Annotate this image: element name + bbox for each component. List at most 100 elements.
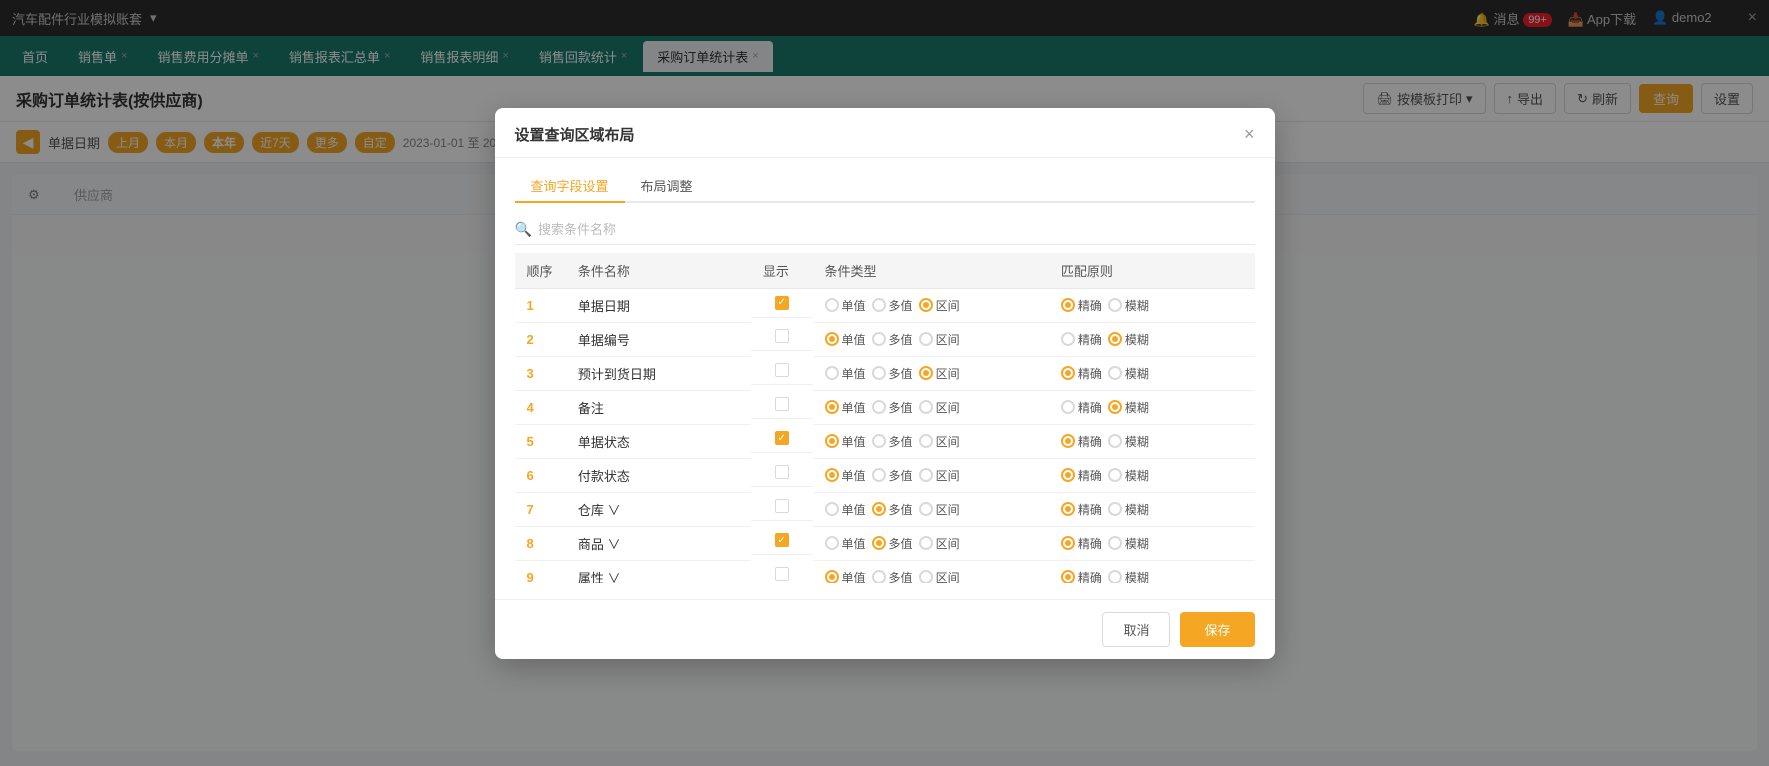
radio-type-single[interactable]: 单值 <box>825 501 866 518</box>
radio-type-range[interactable]: 区间 <box>919 365 960 382</box>
row-type: 单值多值区间 <box>813 458 1049 492</box>
radio-match-exact[interactable]: 精确 <box>1061 467 1102 484</box>
row-order: 5 <box>515 424 566 458</box>
row-type: 单值多值区间 <box>813 322 1049 356</box>
modal-overlay: 设置查询区域布局 × 查询字段设置 布局调整 🔍 <box>0 0 1769 766</box>
radio-match-exact[interactable]: 精确 <box>1061 433 1102 450</box>
row-order: 7 <box>515 492 566 526</box>
dialog-close-button[interactable]: × <box>1244 125 1255 143</box>
radio-type-multi[interactable]: 多值 <box>872 297 913 314</box>
radio-type-single[interactable]: 单值 <box>825 365 866 382</box>
table-row: 8商品 ∨✓单值多值区间精确模糊 <box>515 526 1255 560</box>
conditions-table-scroll: 顺序 条件名称 显示 条件类型 匹配原则 1单据日期✓单值多值区间精确模糊2单据… <box>515 253 1255 583</box>
row-order: 3 <box>515 356 566 390</box>
radio-match-exact[interactable]: 精确 <box>1061 365 1102 382</box>
row-name: 单据日期 <box>566 288 751 322</box>
table-row: 1单据日期✓ 单值多值区间 精确模糊 <box>515 288 1255 322</box>
row-show-checkbox[interactable] <box>751 492 813 521</box>
radio-type-range[interactable]: 区间 <box>919 535 960 552</box>
row-type: 单值多值区间 <box>813 356 1049 390</box>
row-order: 1 <box>515 288 566 322</box>
radio-type-single[interactable]: 单值 <box>825 467 866 484</box>
radio-match-exact[interactable]: 精确 <box>1061 501 1102 518</box>
search-bar: 🔍 <box>515 215 1255 245</box>
tab-layout[interactable]: 布局调整 <box>625 170 709 203</box>
cancel-button[interactable]: 取消 <box>1102 612 1170 647</box>
row-show-checkbox[interactable] <box>751 322 813 351</box>
radio-type-range[interactable]: 区间 <box>919 501 960 518</box>
radio-type-multi[interactable]: 多值 <box>872 331 913 348</box>
table-row: 9属性 ∨单值多值区间精确模糊 <box>515 560 1255 583</box>
radio-match-fuzzy[interactable]: 模糊 <box>1108 467 1149 484</box>
radio-match-exact[interactable]: 精确 <box>1061 399 1102 416</box>
radio-type-multi[interactable]: 多值 <box>872 399 913 416</box>
radio-match-fuzzy[interactable]: 模糊 <box>1108 297 1149 314</box>
radio-type-single[interactable]: 单值 <box>825 399 866 416</box>
col-header-type: 条件类型 <box>813 253 1049 289</box>
row-match: 精确模糊 <box>1049 526 1255 560</box>
radio-type-multi[interactable]: 多值 <box>872 569 913 583</box>
row-show-checkbox[interactable]: ✓ <box>751 289 813 318</box>
row-show-checkbox[interactable] <box>751 560 813 583</box>
table-row: 3预计到货日期单值多值区间精确模糊 <box>515 356 1255 390</box>
radio-type-multi[interactable]: 多值 <box>872 535 913 552</box>
col-header-order: 顺序 <box>515 253 566 289</box>
row-show-checkbox[interactable]: ✓ <box>751 424 813 453</box>
save-button[interactable]: 保存 <box>1180 612 1254 647</box>
table-header-row: 顺序 条件名称 显示 条件类型 匹配原则 <box>515 253 1255 289</box>
radio-type-range[interactable]: 区间 <box>919 569 960 583</box>
search-input[interactable] <box>538 222 738 237</box>
radio-match-fuzzy[interactable]: 模糊 <box>1108 569 1149 583</box>
row-name: 备注 <box>566 390 751 424</box>
radio-type-range[interactable]: 区间 <box>919 433 960 450</box>
row-show-checkbox[interactable] <box>751 356 813 385</box>
radio-match-fuzzy[interactable]: 模糊 <box>1108 433 1149 450</box>
radio-match-exact[interactable]: 精确 <box>1061 569 1102 583</box>
radio-match-fuzzy[interactable]: 模糊 <box>1108 331 1149 348</box>
radio-type-multi[interactable]: 多值 <box>872 365 913 382</box>
tab-query-fields[interactable]: 查询字段设置 <box>515 170 625 203</box>
row-order: 2 <box>515 322 566 356</box>
search-icon: 🔍 <box>515 221 532 238</box>
row-show-checkbox[interactable]: ✓ <box>751 526 813 555</box>
row-match: 精确模糊 <box>1049 288 1255 322</box>
radio-type-multi[interactable]: 多值 <box>872 433 913 450</box>
radio-match-exact[interactable]: 精确 <box>1061 331 1102 348</box>
row-name: 付款状态 <box>566 458 751 492</box>
row-match: 精确模糊 <box>1049 458 1255 492</box>
row-name: 单据编号 <box>566 322 751 356</box>
row-type: 单值多值区间 <box>813 390 1049 424</box>
dialog-footer: 取消 保存 <box>495 599 1275 659</box>
radio-type-single[interactable]: 单值 <box>825 433 866 450</box>
row-type: 单值多值区间 <box>813 560 1049 583</box>
radio-type-range[interactable]: 区间 <box>919 467 960 484</box>
radio-type-single[interactable]: 单值 <box>825 331 866 348</box>
radio-type-multi[interactable]: 多值 <box>872 501 913 518</box>
radio-type-single[interactable]: 单值 <box>825 297 866 314</box>
radio-match-fuzzy[interactable]: 模糊 <box>1108 501 1149 518</box>
radio-match-exact[interactable]: 精确 <box>1061 535 1102 552</box>
row-order: 8 <box>515 526 566 560</box>
radio-match-fuzzy[interactable]: 模糊 <box>1108 399 1149 416</box>
row-order: 9 <box>515 560 566 583</box>
row-match: 精确模糊 <box>1049 322 1255 356</box>
col-header-show: 显示 <box>751 253 813 289</box>
radio-match-fuzzy[interactable]: 模糊 <box>1108 535 1149 552</box>
radio-type-range[interactable]: 区间 <box>919 331 960 348</box>
radio-type-range[interactable]: 区间 <box>919 297 960 314</box>
radio-type-multi[interactable]: 多值 <box>872 467 913 484</box>
row-match: 精确模糊 <box>1049 390 1255 424</box>
radio-type-range[interactable]: 区间 <box>919 399 960 416</box>
row-type: 单值多值区间 <box>813 526 1049 560</box>
row-name: 属性 ∨ <box>566 560 751 583</box>
radio-match-exact[interactable]: 精确 <box>1061 297 1102 314</box>
radio-match-fuzzy[interactable]: 模糊 <box>1108 365 1149 382</box>
row-show-checkbox[interactable] <box>751 458 813 487</box>
row-show-checkbox[interactable] <box>751 390 813 419</box>
row-match: 精确模糊 <box>1049 560 1255 583</box>
row-order: 6 <box>515 458 566 492</box>
radio-type-single[interactable]: 单值 <box>825 535 866 552</box>
radio-type-single[interactable]: 单值 <box>825 569 866 583</box>
row-name: 预计到货日期 <box>566 356 751 390</box>
row-name: 单据状态 <box>566 424 751 458</box>
